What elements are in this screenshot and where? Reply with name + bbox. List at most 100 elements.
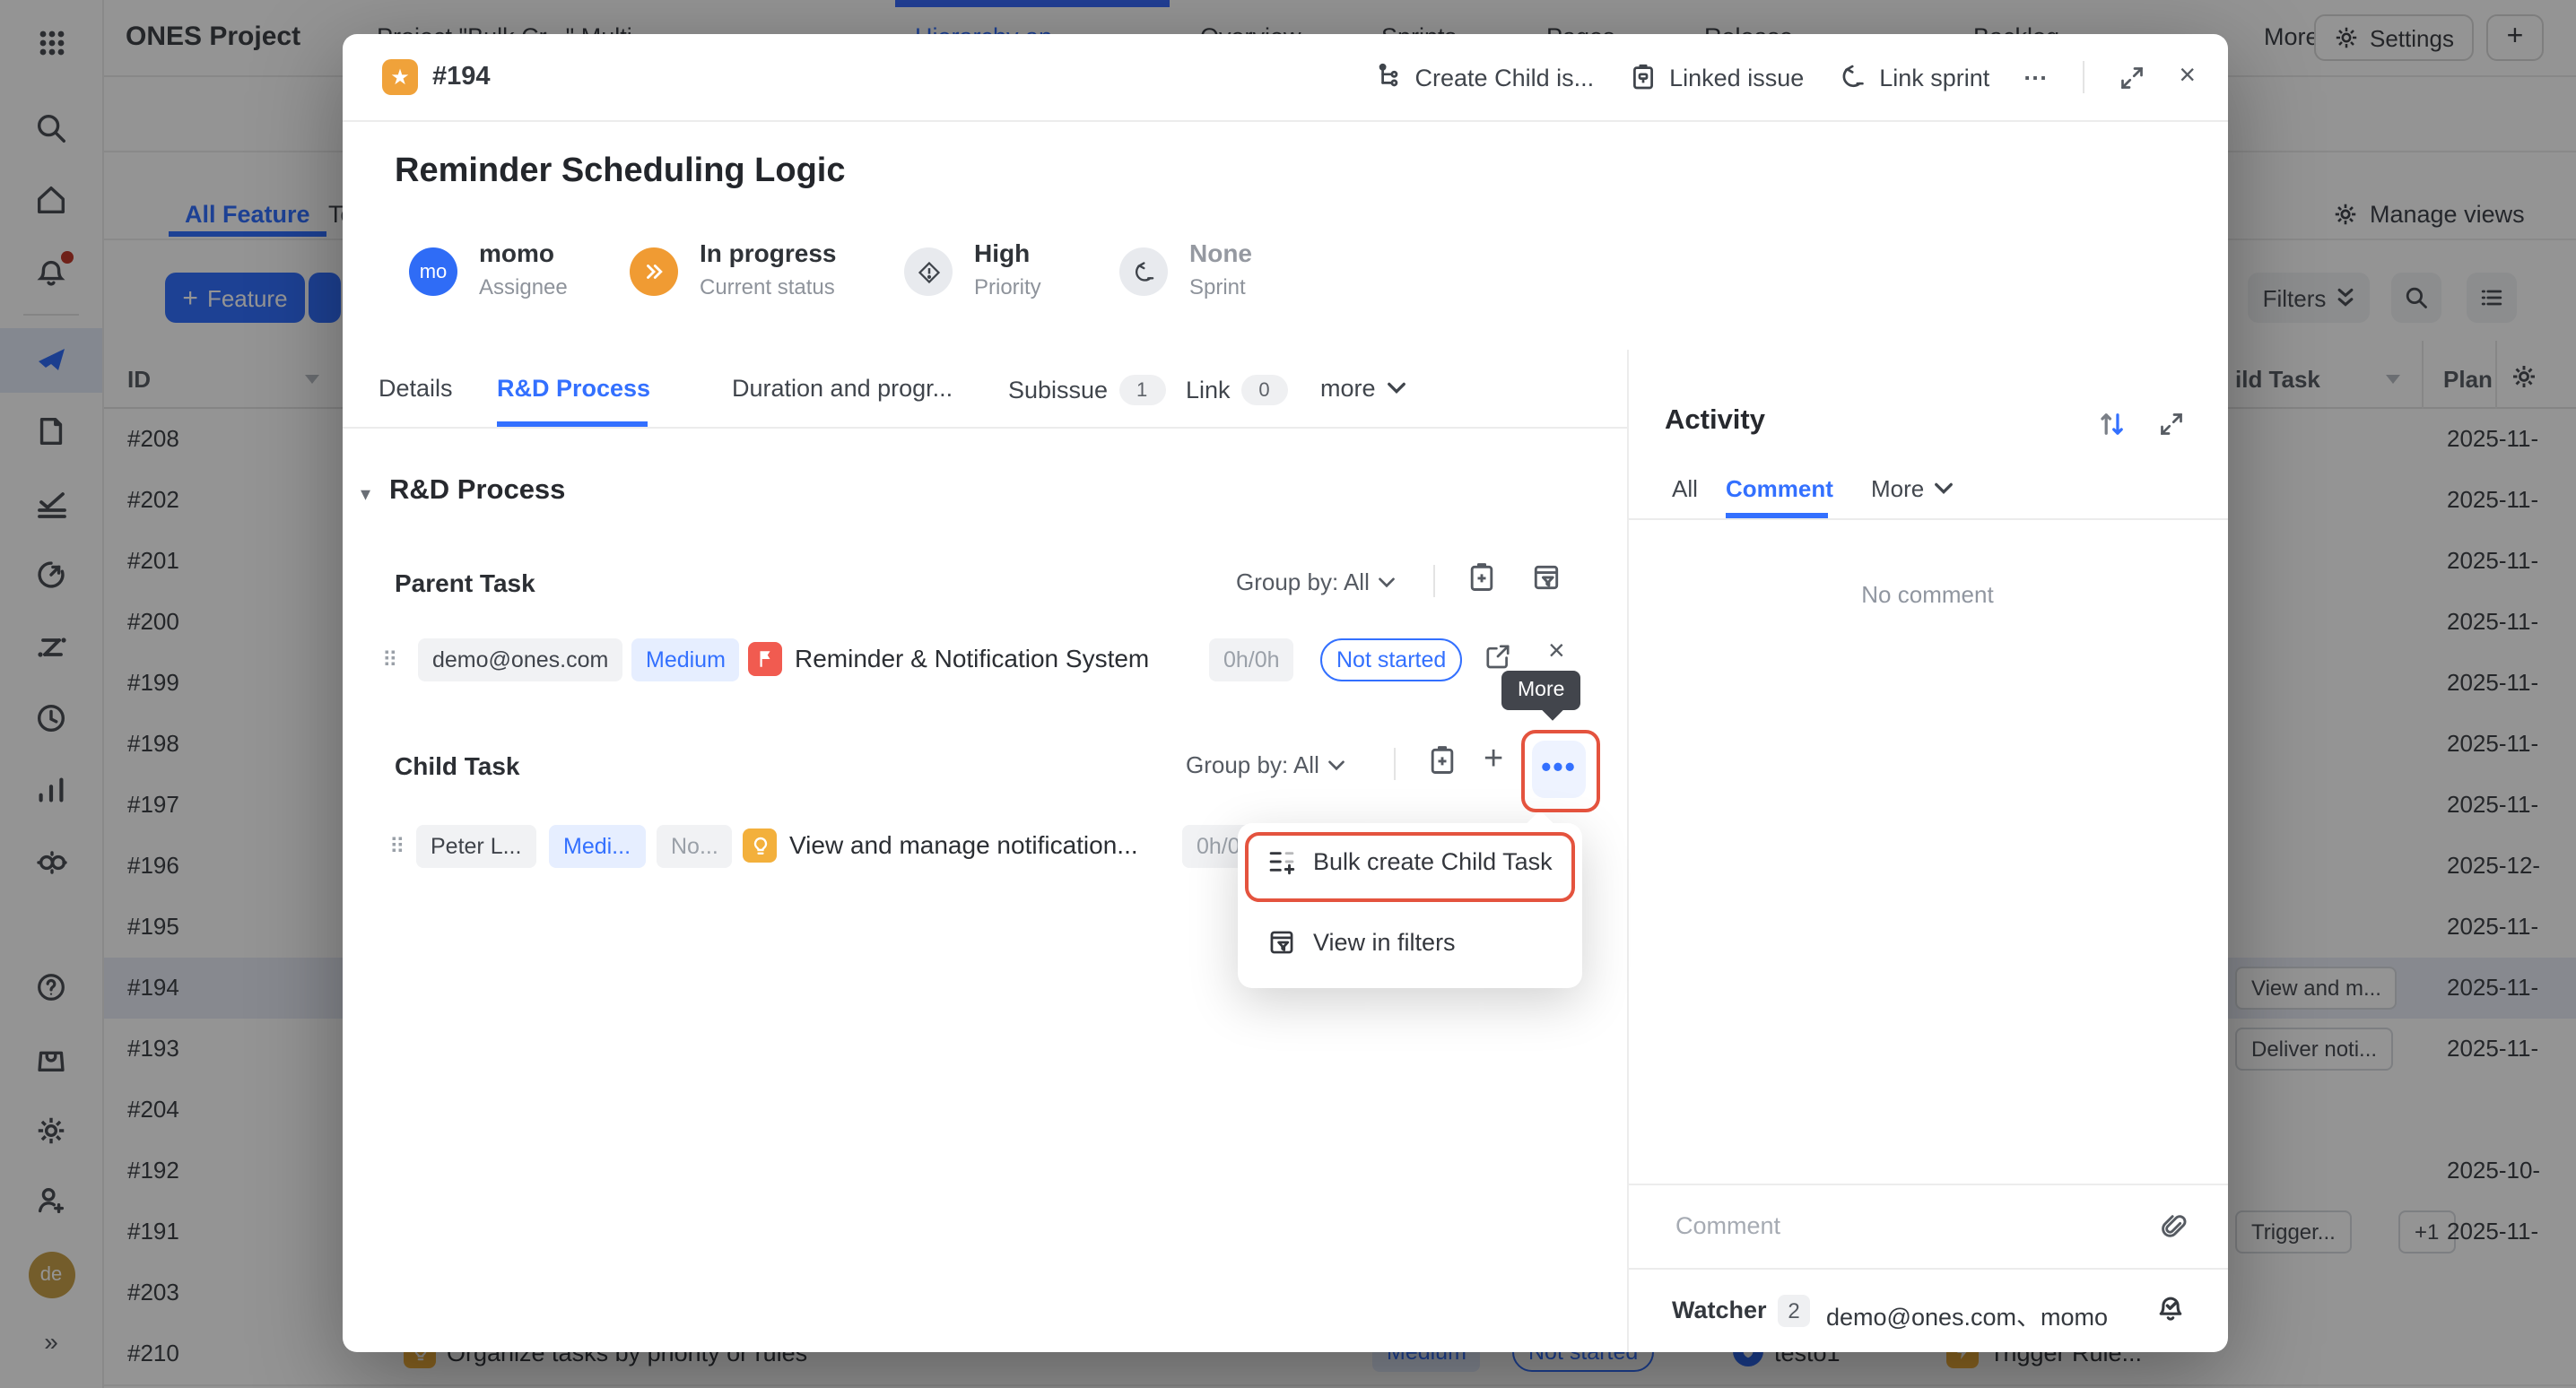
view-filters-icon [1270,931,1293,954]
tab-more[interactable]: more [1320,375,1406,402]
field-status[interactable]: In progress Current status [630,239,837,299]
child-task-heading: Child Task [395,751,520,780]
tab-duration[interactable]: Duration and progr... [732,375,953,402]
parent-group-by[interactable]: Group by: All [1236,568,1397,595]
status-value: In progress [700,239,837,267]
field-priority[interactable]: High Priority [904,239,1041,299]
save-template-icon[interactable] [1426,744,1458,776]
add-child-task-button[interactable]: + [1484,741,1503,780]
link-sprint-button[interactable]: Link sprint [1838,63,1989,91]
child-group-by[interactable]: Group by: All [1186,751,1346,778]
sprint-loop-icon [1841,65,1864,88]
hours-pill: 0h/0h [1209,638,1294,681]
drag-handle-icon[interactable]: ⠿ [382,647,398,672]
assignee-pill[interactable]: demo@ones.com [418,638,623,681]
highlight-box-bulk-create [1245,832,1575,902]
linked-issue-button[interactable]: Linked issue [1628,63,1804,91]
close-icon: × [2179,61,2196,91]
issue-id: #194 [432,63,491,91]
tab-subissue[interactable]: Subissue 1 [1008,375,1166,405]
parent-task-title[interactable]: Reminder & Notification System [795,644,1149,672]
save-template-icon[interactable] [1466,561,1498,594]
tab-details[interactable]: Details [379,375,453,402]
priority-icon [904,247,953,296]
lightbulb-icon [743,828,777,863]
linked-issue-label: Linked issue [1669,64,1805,91]
comment-input[interactable] [1672,1210,2110,1241]
divider [1394,748,1396,780]
priority-pill[interactable]: Medi... [549,825,646,868]
chevron-down-icon [1934,482,1953,495]
status-pill[interactable]: Not started [1320,638,1463,681]
tab-rnd-process[interactable]: R&D Process [497,375,650,402]
divider [1433,565,1435,597]
empty-state-text: No comment [1861,581,1994,608]
child-task-title[interactable]: View and manage notification... [789,830,1138,859]
parent-task-row[interactable]: ⠿ demo@ones.com Medium Reminder & Notifi… [343,631,1627,690]
issue-type-star-icon: ★ [382,59,418,95]
close-modal-button[interactable]: × [2179,61,2196,93]
priority-pill[interactable]: Medium [631,638,740,681]
link-sprint-label: Link sprint [1879,64,1990,91]
field-sprint[interactable]: None Sprint [1119,239,1252,299]
attachment-paperclip-icon[interactable] [2158,1210,2189,1241]
close-icon: × [1548,637,1565,667]
assignee-value: momo [479,239,554,267]
create-child-issue-button[interactable]: Create Child is... [1374,63,1595,91]
link-count-badge: 0 [1240,375,1288,405]
assignee-pill[interactable]: Peter L... [416,825,536,868]
create-child-label: Create Child is... [1414,64,1595,91]
status-label: Current status [700,274,835,299]
watcher-divider [1629,1268,2228,1270]
assignee-avatar: mo [409,247,457,296]
flag-icon [748,642,782,676]
assignee-label: Assignee [479,274,568,299]
activity-tabs: All Comment More [1627,464,2228,518]
priority-label: Priority [974,274,1041,299]
issue-title[interactable]: Reminder Scheduling Logic [395,152,846,192]
parent-task-heading: Parent Task [395,568,535,597]
watch-bell-check-icon[interactable] [2154,1291,2187,1323]
active-tab-underline [497,421,648,427]
watcher-label: Watcher [1672,1297,1767,1323]
issue-detail-modal: ★ #194 Create Child is... Linked issue L… [343,34,2228,1352]
sprint-pill[interactable]: No... [657,825,733,868]
tab-link[interactable]: Link 0 [1186,375,1288,405]
field-assignee[interactable]: mo momo Assignee [409,239,568,299]
subissue-count-badge: 1 [1118,375,1166,405]
remove-parent-button[interactable]: × [1548,637,1565,669]
modal-tabs: Details R&D Process Duration and progr..… [343,375,1627,429]
watcher-names[interactable]: demo@ones.com、momo [1826,1297,2108,1332]
sprint-value: None [1189,239,1252,267]
activity-tab-more[interactable]: More [1871,475,1953,502]
watcher-count-badge: 2 [1778,1295,1810,1327]
more-tooltip: More [1501,671,1581,710]
sprint-label: Sprint [1189,274,1246,299]
sprint-icon [1119,247,1168,296]
highlight-box-more-button [1521,730,1600,812]
view-in-filters-label: View in filters [1313,929,1456,956]
drag-handle-icon[interactable]: ⠿ [389,834,405,859]
linked-issue-icon [1632,64,1653,90]
chevron-down-icon [1387,382,1405,395]
expand-modal-button[interactable] [2118,64,2145,91]
activity-title: Activity [1665,405,1765,436]
child-more-menu: Bulk create Child Task View in filters [1238,823,1582,988]
expand-activity-icon[interactable] [2158,411,2185,438]
more-actions-button[interactable]: ··· [2023,64,2048,91]
sort-order-icon[interactable] [2097,409,2128,439]
activity-tab-comment[interactable]: Comment [1726,475,1833,502]
priority-value: High [974,239,1031,267]
plus-icon: + [1484,741,1504,778]
menu-item-view-in-filters[interactable]: View in filters [1266,927,1456,958]
ellipsis-icon: ··· [2023,64,2049,91]
section-title: R&D Process [389,475,566,506]
modal-header: ★ #194 Create Child is... Linked issue L… [343,34,2228,122]
activity-tabs-divider [1629,518,2228,520]
header-divider [2082,61,2084,93]
open-external-icon[interactable] [1484,642,1512,671]
view-filter-icon[interactable] [1530,561,1562,594]
activity-tab-all[interactable]: All [1672,475,1698,502]
collapse-caret-icon[interactable]: ▾ [361,482,370,506]
chevron-down-icon [1329,759,1345,770]
